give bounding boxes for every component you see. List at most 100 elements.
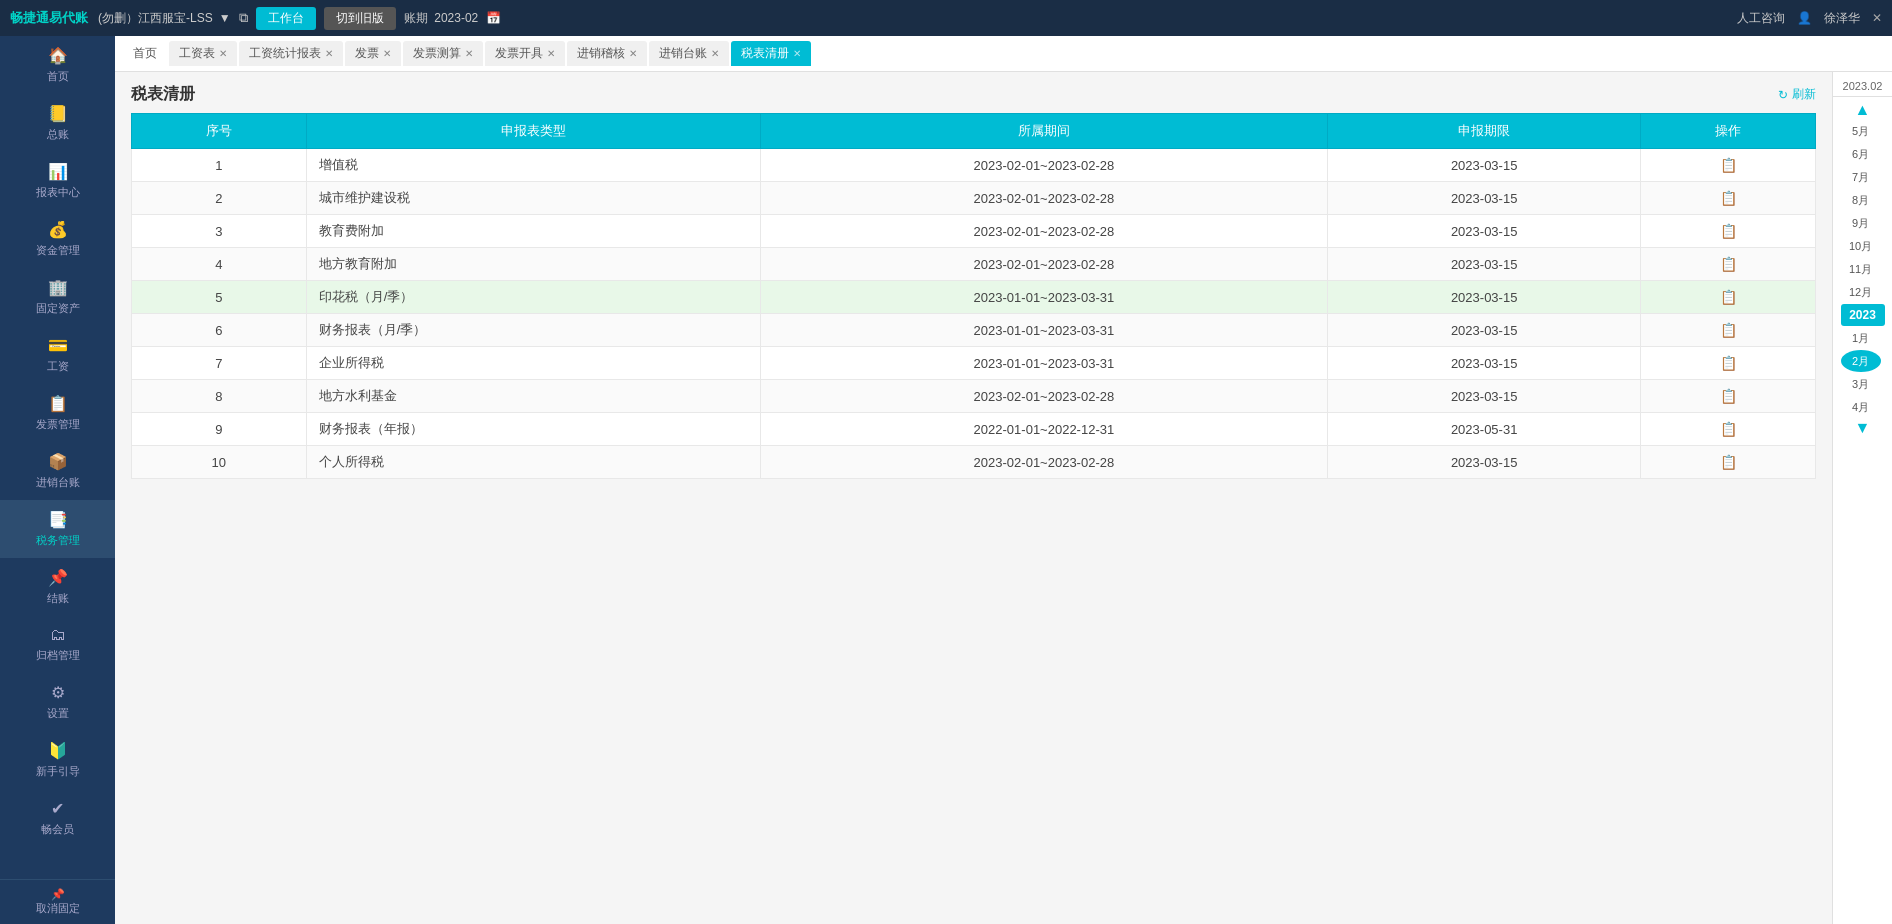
action-icon[interactable]: 📋 [1720, 454, 1737, 470]
table-row: 8 地方水利基金 2023-02-01~2023-02-28 2023-03-1… [132, 380, 1816, 413]
tab-tax-clearance[interactable]: 税表清册✕ [731, 41, 811, 66]
unpin-button[interactable]: 📌 取消固定 [0, 879, 115, 924]
row-action[interactable]: 📋 [1641, 347, 1816, 380]
tab-close-salary-stat[interactable]: ✕ [325, 48, 333, 59]
row-action[interactable]: 📋 [1641, 314, 1816, 347]
tax-icon: 📑 [48, 510, 68, 529]
sidebar-item-settings[interactable]: ⚙设置 [0, 673, 115, 731]
row-deadline: 2023-03-15 [1327, 182, 1640, 215]
sidebar-item-tax[interactable]: 📑税务管理 [0, 500, 115, 558]
tab-purchase-check[interactable]: 进销稽核✕ [567, 41, 647, 66]
action-icon[interactable]: 📋 [1720, 256, 1737, 272]
down-arrow[interactable]: ▼ [1855, 419, 1871, 437]
column-header: 序号 [132, 114, 307, 149]
month-item-8月[interactable]: 8月 [1841, 189, 1881, 211]
workbench-button[interactable]: 工作台 [256, 7, 316, 30]
refresh-button[interactable]: ↻ 刷新 [1778, 86, 1816, 103]
tab-purchase-ledger[interactable]: 进销台账✕ [649, 41, 729, 66]
action-icon[interactable]: 📋 [1720, 388, 1737, 404]
sidebar-item-ledger[interactable]: 📒总账 [0, 94, 115, 152]
sidebar-item-close[interactable]: 📌结账 [0, 558, 115, 616]
action-icon[interactable]: 📋 [1720, 190, 1737, 206]
tab-label: 工资表 [179, 45, 215, 62]
action-icon[interactable]: 📋 [1720, 223, 1737, 239]
table-row: 9 财务报表（年报） 2022-01-01~2022-12-31 2023-05… [132, 413, 1816, 446]
month-item-4月[interactable]: 4月 [1841, 396, 1881, 418]
tab-home[interactable]: 首页 [123, 41, 167, 66]
tab-label: 工资统计报表 [249, 45, 321, 62]
month-item-7月[interactable]: 7月 [1841, 166, 1881, 188]
month-item-2月[interactable]: 2月 [1841, 350, 1881, 372]
tab-close-tax-clearance[interactable]: ✕ [793, 48, 801, 59]
tab-close-purchase-ledger[interactable]: ✕ [711, 48, 719, 59]
sidebar-item-label: 结账 [47, 591, 69, 606]
tab-salary[interactable]: 工资表 ✕ [169, 41, 237, 66]
sidebar-item-purchase[interactable]: 📦进销台账 [0, 442, 115, 500]
tab-salary-stat[interactable]: 工资统计报表 ✕ [239, 41, 343, 66]
company-dropdown-icon[interactable]: ▼ [219, 11, 231, 25]
tab-close-salary[interactable]: ✕ [219, 48, 227, 59]
sidebar-item-invoice[interactable]: 📋发票管理 [0, 384, 115, 442]
sidebar-item-label: 进销台账 [36, 475, 80, 490]
tab-label: 发票测算 [413, 45, 461, 62]
month-item-9月[interactable]: 9月 [1841, 212, 1881, 234]
month-item-1月[interactable]: 1月 [1841, 327, 1881, 349]
period-label: 账期 2023-02 📅 [404, 10, 501, 27]
tab-invoice-check[interactable]: 发票测算 ✕ [403, 41, 483, 66]
column-header: 申报表类型 [306, 114, 760, 149]
row-period: 2023-02-01~2023-02-28 [760, 248, 1327, 281]
column-header: 所属期间 [760, 114, 1327, 149]
row-action[interactable]: 📋 [1641, 215, 1816, 248]
sidebar-item-archive[interactable]: 🗂归档管理 [0, 616, 115, 673]
row-deadline: 2023-03-15 [1327, 281, 1640, 314]
sidebar-item-label: 畅会员 [41, 822, 74, 837]
row-action[interactable]: 📋 [1641, 182, 1816, 215]
row-action[interactable]: 📋 [1641, 446, 1816, 479]
window-close-icon[interactable]: ✕ [1872, 11, 1882, 25]
tab-close-purchase-check[interactable]: ✕ [629, 48, 637, 59]
action-icon[interactable]: 📋 [1720, 157, 1737, 173]
switch-old-button[interactable]: 切到旧版 [324, 7, 396, 30]
row-action[interactable]: 📋 [1641, 380, 1816, 413]
sidebar-item-vip[interactable]: ✔畅会员 [0, 789, 115, 847]
copy-icon[interactable]: ⧉ [239, 10, 248, 26]
company-selector[interactable]: (勿删）江西服宝-LSS ▼ [98, 10, 231, 27]
sidebar-item-home[interactable]: 🏠首页 [0, 36, 115, 94]
action-icon[interactable]: 📋 [1720, 355, 1737, 371]
tab-close-invoice[interactable]: ✕ [383, 48, 391, 59]
sidebar-item-guide[interactable]: 🔰新手引导 [0, 731, 115, 789]
month-item-5月[interactable]: 5月 [1841, 120, 1881, 142]
month-item-3月[interactable]: 3月 [1841, 373, 1881, 395]
row-deadline: 2023-03-15 [1327, 215, 1640, 248]
row-action[interactable]: 📋 [1641, 281, 1816, 314]
sidebar-item-fixed[interactable]: 🏢固定资产 [0, 268, 115, 326]
row-action[interactable]: 📋 [1641, 149, 1816, 182]
row-index: 8 [132, 380, 307, 413]
action-icon[interactable]: 📋 [1720, 289, 1737, 305]
user-avatar: 👤 [1797, 11, 1812, 25]
action-icon[interactable]: 📋 [1720, 322, 1737, 338]
row-deadline: 2023-03-15 [1327, 446, 1640, 479]
sidebar-item-report[interactable]: 📊报表中心 [0, 152, 115, 210]
sidebar-item-salary[interactable]: 💳工资 [0, 326, 115, 384]
row-deadline: 2023-03-15 [1327, 347, 1640, 380]
month-item-11月[interactable]: 11月 [1841, 258, 1881, 280]
tab-invoice-open[interactable]: 发票开具 ✕ [485, 41, 565, 66]
table-row: 4 地方教育附加 2023-02-01~2023-02-28 2023-03-1… [132, 248, 1816, 281]
row-action[interactable]: 📋 [1641, 413, 1816, 446]
action-icon[interactable]: 📋 [1720, 421, 1737, 437]
tab-close-invoice-open[interactable]: ✕ [547, 48, 555, 59]
tab-invoice[interactable]: 发票✕ [345, 41, 401, 66]
month-item-6月[interactable]: 6月 [1841, 143, 1881, 165]
row-action[interactable]: 📋 [1641, 248, 1816, 281]
ai-consult[interactable]: 人工咨询 [1737, 10, 1785, 27]
up-arrow[interactable]: ▲ [1855, 101, 1871, 119]
row-type: 增值税 [306, 149, 760, 182]
month-item-10月[interactable]: 10月 [1841, 235, 1881, 257]
sidebar-item-label: 报表中心 [36, 185, 80, 200]
sidebar-item-capital[interactable]: 💰资金管理 [0, 210, 115, 268]
month-item-12月[interactable]: 12月 [1841, 281, 1881, 303]
row-period: 2023-02-01~2023-02-28 [760, 446, 1327, 479]
tab-label: 发票开具 [495, 45, 543, 62]
tab-close-invoice-check[interactable]: ✕ [465, 48, 473, 59]
